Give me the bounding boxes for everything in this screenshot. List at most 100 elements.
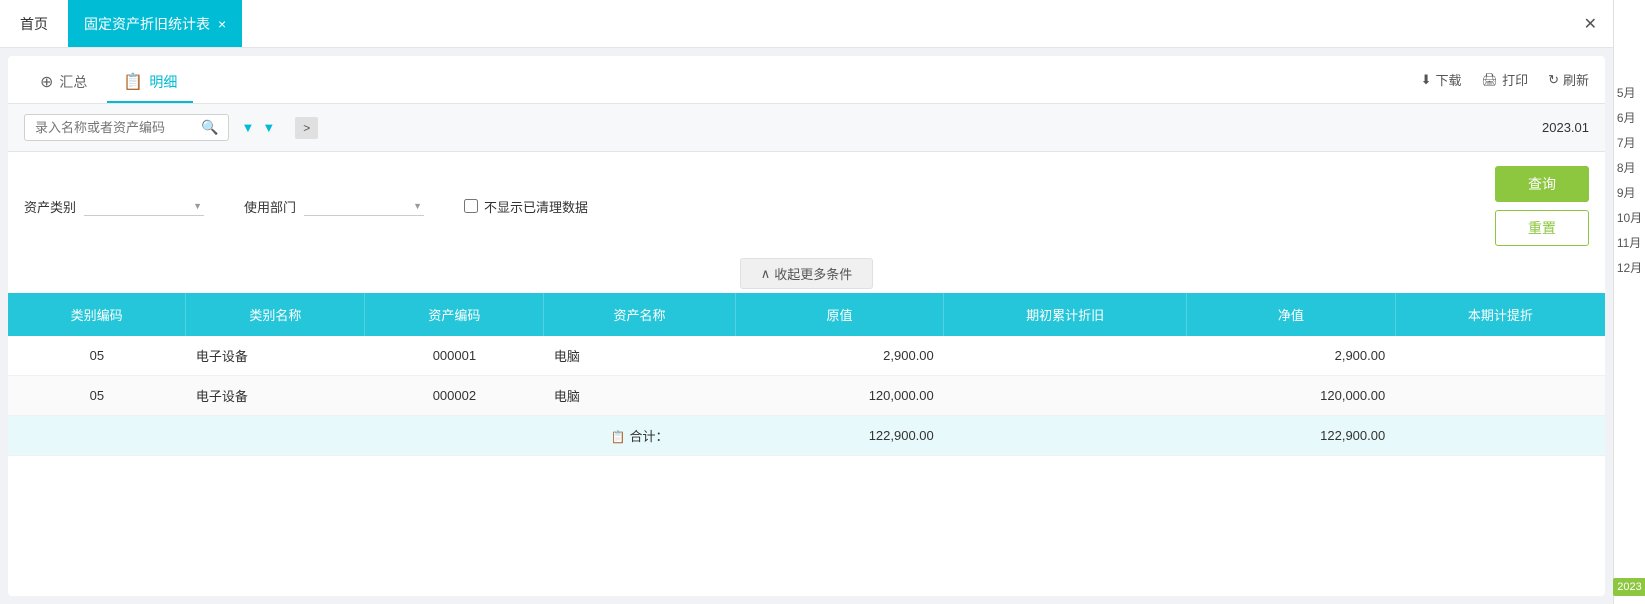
col-header-asset-name: 资产名称 xyxy=(544,293,735,336)
total-accumulated-depreciation xyxy=(944,416,1187,456)
hide-cleared-item: 不显示已清理数据 xyxy=(464,197,588,216)
search-icon: 🔍 xyxy=(201,119,218,136)
year-badge: 2023 xyxy=(1613,578,1645,596)
department-select-wrap xyxy=(304,196,424,216)
total-current-depreciation xyxy=(1395,416,1605,456)
asset-type-select-wrap xyxy=(84,196,204,216)
collapse-button[interactable]: ∧ 收起更多条件 xyxy=(740,258,874,289)
query-button[interactable]: 查询 xyxy=(1495,166,1589,202)
cell-accumulated-depreciation xyxy=(944,336,1187,376)
sidebar-month-item[interactable]: 12月 xyxy=(1617,255,1642,280)
total-row: 📋合计： 122,900.00 122,900.00 xyxy=(8,416,1605,456)
search-input-wrap: 🔍 xyxy=(24,114,229,141)
sidebar-month-item[interactable]: 7月 xyxy=(1617,130,1642,155)
sidebar-month-item[interactable]: 9月 xyxy=(1617,180,1642,205)
active-tab[interactable]: 固定资产折旧统计表 × xyxy=(68,0,242,47)
expand-button[interactable]: > xyxy=(295,117,318,139)
refresh-icon: ↻ xyxy=(1548,72,1559,88)
filter-area: 资产类别 使用部门 xyxy=(8,152,1605,293)
col-header-accumulated-depreciation: 期初累计折旧 xyxy=(944,293,1187,336)
total-label-cell xyxy=(8,416,544,456)
date-label: 2023.01 xyxy=(1542,120,1589,135)
toolbar-buttons: ⬇ 下载 🖨 打印 ↻ 刷新 xyxy=(1421,70,1589,89)
summary-icon: ⊕ xyxy=(40,72,53,92)
home-nav[interactable]: 首页 xyxy=(0,0,68,47)
download-label: 下载 xyxy=(1436,70,1462,89)
main-content: ⊕ 汇总 📋 明细 ⬇ 下载 🖨 打印 ↻ xyxy=(8,56,1605,596)
table-header-row: 类别编码 类别名称 资产编码 资产名称 原值 期初累计折旧 净值 本期计提折 xyxy=(8,293,1605,336)
sidebar-month-item[interactable]: 8月 xyxy=(1617,155,1642,180)
table-row: 05 电子设备 000001 电脑 2,900.00 2,900.00 xyxy=(8,336,1605,376)
cell-net-value: 120,000.00 xyxy=(1187,376,1396,416)
total-label: 📋合计： xyxy=(544,416,735,456)
filter-row: 资产类别 使用部门 xyxy=(24,166,1589,246)
detail-icon: 📋 xyxy=(123,72,143,92)
data-table: 类别编码 类别名称 资产编码 资产名称 原值 期初累计折旧 净值 本期计提折 0… xyxy=(8,293,1605,456)
collapse-section: ∧ 收起更多条件 xyxy=(24,246,1589,293)
filter-buttons: 查询 重置 xyxy=(1495,166,1589,246)
sub-tabs-bar: ⊕ 汇总 📋 明细 ⬇ 下载 🖨 打印 ↻ xyxy=(8,56,1605,104)
cell-net-value: 2,900.00 xyxy=(1187,336,1396,376)
collapse-label: 收起更多条件 xyxy=(774,264,852,283)
tab-summary[interactable]: ⊕ 汇总 xyxy=(24,63,103,103)
table-row: 05 电子设备 000002 电脑 120,000.00 120,000.00 xyxy=(8,376,1605,416)
col-header-net-value: 净值 xyxy=(1187,293,1396,336)
collapse-icon: ∧ xyxy=(761,266,771,282)
total-net-value: 122,900.00 xyxy=(1187,416,1396,456)
cell-current-depreciation xyxy=(1395,336,1605,376)
sidebar-month-item[interactable]: 10月 xyxy=(1617,205,1642,230)
cell-asset-name: 电脑 xyxy=(544,376,735,416)
cell-asset-code: 000002 xyxy=(365,376,544,416)
search-input[interactable] xyxy=(35,120,195,135)
more-conditions-button[interactable]: ▼ ▼ xyxy=(241,120,275,135)
cell-original-value: 2,900.00 xyxy=(735,336,944,376)
cell-asset-name: 电脑 xyxy=(544,336,735,376)
summary-label: 汇总 xyxy=(59,72,87,92)
cell-category: 电子设备 xyxy=(186,336,365,376)
cell-code: 05 xyxy=(8,376,186,416)
cell-code: 05 xyxy=(8,336,186,376)
tab-detail[interactable]: 📋 明细 xyxy=(107,63,193,103)
tab-label: 固定资产折旧统计表 xyxy=(84,14,210,34)
print-button[interactable]: 🖨 打印 xyxy=(1482,70,1529,89)
reset-button[interactable]: 重置 xyxy=(1495,210,1589,246)
col-header-category: 类别名称 xyxy=(186,293,365,336)
asset-type-label: 资产类别 xyxy=(24,197,76,216)
col-header-asset-code: 资产编码 xyxy=(365,293,544,336)
download-icon: ⬇ xyxy=(1421,72,1432,88)
detail-label: 明细 xyxy=(149,72,177,92)
col-header-original-value: 原值 xyxy=(735,293,944,336)
cell-original-value: 120,000.00 xyxy=(735,376,944,416)
asset-type-filter: 资产类别 xyxy=(24,196,204,216)
window-close-icon[interactable]: ✕ xyxy=(1584,16,1597,33)
refresh-label: 刷新 xyxy=(1563,70,1589,89)
asset-type-select[interactable] xyxy=(84,196,204,216)
filter-icon: ▼ xyxy=(241,120,254,135)
department-select[interactable] xyxy=(304,196,424,216)
refresh-button[interactable]: ↻ 刷新 xyxy=(1548,70,1589,89)
sidebar-month-item[interactable]: 11月 xyxy=(1617,230,1642,255)
sidebar-month-item[interactable]: 5月 xyxy=(1617,80,1642,105)
hide-cleared-checkbox[interactable] xyxy=(464,199,478,213)
print-icon: 🖨 xyxy=(1482,72,1499,88)
right-sidebar: 5月6月7月8月9月10月11月12月 2023 xyxy=(1613,0,1645,604)
hide-cleared-label: 不显示已清理数据 xyxy=(484,197,588,216)
search-bar: 🔍 ▼ ▼ > 2023.01 xyxy=(8,104,1605,152)
top-nav: 首页 固定资产折旧统计表 × ✕ xyxy=(0,0,1613,48)
tab-close-button[interactable]: × xyxy=(218,16,226,32)
sidebar-month-item[interactable]: 6月 xyxy=(1617,105,1642,130)
chevron-down-icon: ▼ xyxy=(262,120,275,135)
table-wrap: 类别编码 类别名称 资产编码 资产名称 原值 期初累计折旧 净值 本期计提折 0… xyxy=(8,293,1605,596)
total-original-value: 122,900.00 xyxy=(735,416,944,456)
cell-current-depreciation xyxy=(1395,376,1605,416)
department-filter: 使用部门 xyxy=(244,196,424,216)
department-label: 使用部门 xyxy=(244,197,296,216)
cell-accumulated-depreciation xyxy=(944,376,1187,416)
col-header-current-depreciation: 本期计提折 xyxy=(1395,293,1605,336)
col-header-code: 类别编码 xyxy=(8,293,186,336)
download-button[interactable]: ⬇ 下载 xyxy=(1421,70,1462,89)
cell-asset-code: 000001 xyxy=(365,336,544,376)
sub-tabs-left: ⊕ 汇总 📋 明细 xyxy=(24,56,193,103)
print-label: 打印 xyxy=(1502,70,1528,89)
cell-category: 电子设备 xyxy=(186,376,365,416)
